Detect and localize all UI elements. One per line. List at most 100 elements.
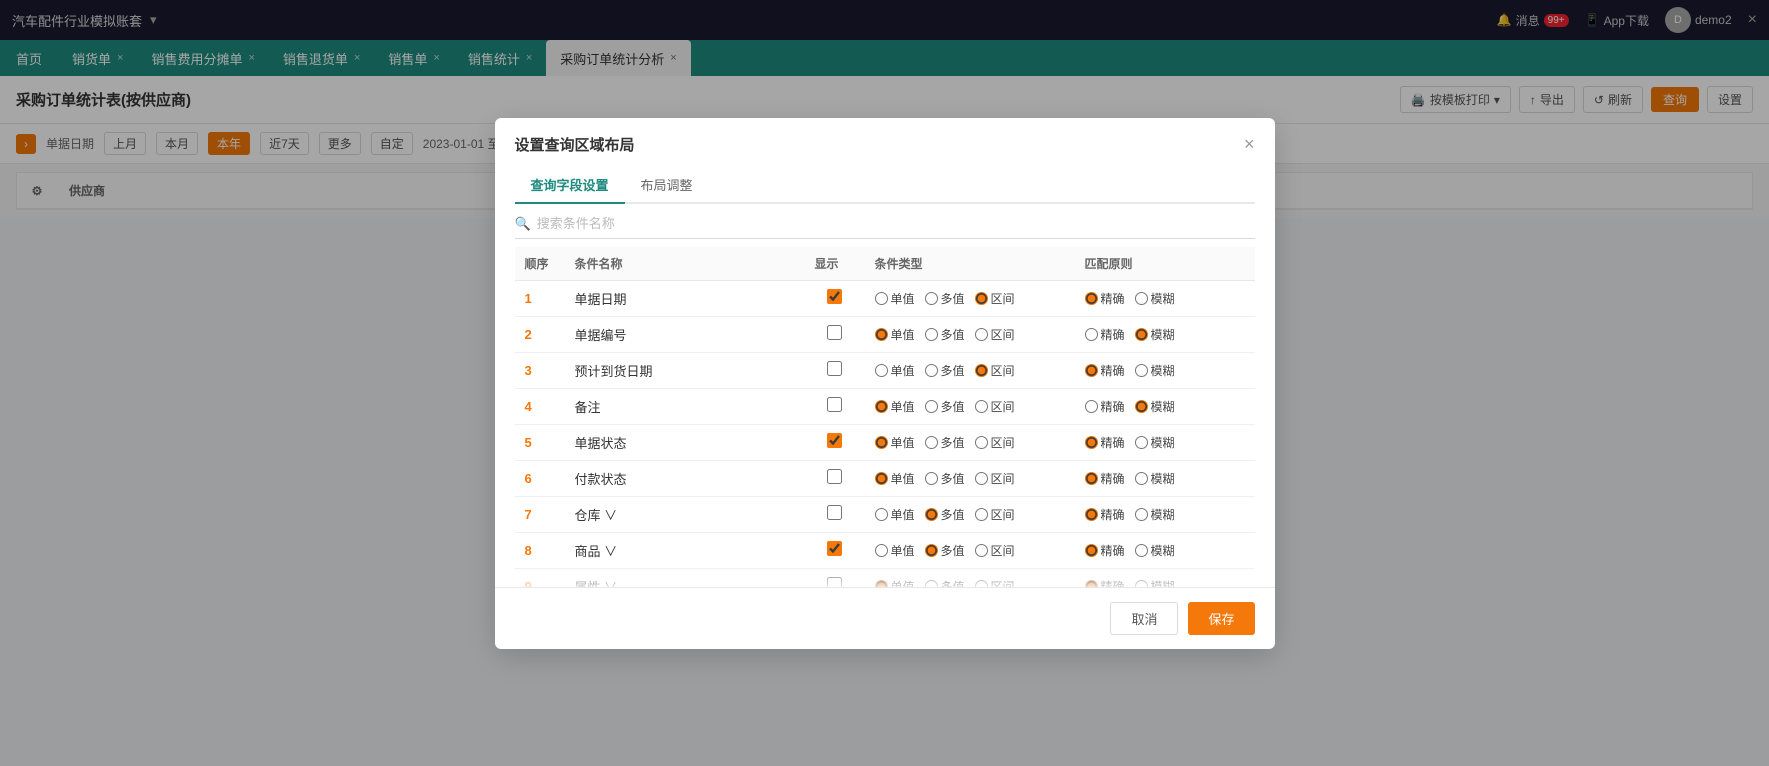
radio-type-type_single[interactable]: 单值 <box>875 542 915 559</box>
radio-type-type_single[interactable]: 单值 <box>875 434 915 451</box>
display-checkbox[interactable] <box>827 505 842 520</box>
cell-name: 预计到货日期 <box>565 352 805 388</box>
display-checkbox[interactable] <box>827 289 842 304</box>
radio-type-type_multi[interactable]: 多值 <box>925 290 965 307</box>
cell-type: 单值多值区间 <box>865 316 1075 352</box>
display-checkbox[interactable] <box>827 541 842 556</box>
radio-type-type_range[interactable]: 区间 <box>975 398 1015 415</box>
cell-type: 单值多值区间 <box>865 460 1075 496</box>
radio-rule-rule_exact[interactable]: 精确 <box>1085 506 1125 523</box>
radio-rule-rule_fuzzy[interactable]: 模糊 <box>1135 470 1175 487</box>
radio-type-type_single[interactable]: 单值 <box>875 506 915 523</box>
modal-header: 设置查询区域布局 × <box>495 118 1275 155</box>
cell-rule: 精确 模糊 <box>1075 568 1255 587</box>
radio-type-type_multi[interactable]: 多值 <box>925 470 965 487</box>
radio-rule-rule_fuzzy[interactable]: 模糊 <box>1135 578 1175 587</box>
radio-rule-rule_exact[interactable]: 精确 <box>1085 578 1125 587</box>
radio-rule-rule_exact[interactable]: 精确 <box>1085 398 1125 415</box>
cancel-button[interactable]: 取消 <box>1110 602 1178 635</box>
cell-name: 付款状态 <box>565 460 805 496</box>
radio-rule-rule_exact[interactable]: 精确 <box>1085 290 1125 307</box>
radio-type-type_single[interactable]: 单值 <box>875 326 915 343</box>
display-checkbox[interactable] <box>827 577 842 587</box>
radio-type-type_range[interactable]: 区间 <box>975 434 1015 451</box>
modal-tab-layout[interactable]: 布局调整 <box>625 167 709 204</box>
radio-rule-rule_fuzzy[interactable]: 模糊 <box>1135 506 1175 523</box>
cell-rule: 精确模糊 <box>1075 388 1255 424</box>
cell-type: 单值多值区间 <box>865 280 1075 316</box>
display-checkbox[interactable] <box>827 469 842 484</box>
radio-rule-rule_exact[interactable]: 精确 <box>1085 434 1125 451</box>
table-row: 2单据编号单值多值区间精确模糊 <box>515 316 1255 352</box>
radio-type-type_single[interactable]: 单值 <box>875 362 915 379</box>
radio-type-type_range[interactable]: 区间 <box>975 470 1015 487</box>
cell-name: 属性 ∨ <box>565 568 805 587</box>
radio-type-type_multi[interactable]: 多值 <box>925 362 965 379</box>
table-row: 9属性 ∨ 单值 多值 区间 精确 模糊 <box>515 568 1255 587</box>
radio-type-type_multi[interactable]: 多值 <box>925 434 965 451</box>
cell-type: 单值 多值 区间 <box>865 568 1075 587</box>
cell-display <box>805 568 865 587</box>
save-button[interactable]: 保存 <box>1188 602 1254 635</box>
radio-type-type_multi[interactable]: 多值 <box>925 398 965 415</box>
cell-name: 仓库 ∨ <box>565 496 805 532</box>
radio-rule-rule_exact[interactable]: 精确 <box>1085 362 1125 379</box>
radio-type-type_range[interactable]: 区间 <box>975 362 1015 379</box>
table-header: 顺序 条件名称 显示 条件类型 匹配原则 <box>515 247 1255 281</box>
radio-rule-rule_exact[interactable]: 精确 <box>1085 326 1125 343</box>
cell-type: 单值多值区间 <box>865 496 1075 532</box>
cell-type: 单值多值区间 <box>865 352 1075 388</box>
cell-rule: 精确模糊 <box>1075 460 1255 496</box>
search-input[interactable] <box>537 216 737 231</box>
cell-display <box>805 352 865 388</box>
radio-type-type_single[interactable]: 单值 <box>875 578 915 587</box>
radio-rule-rule_fuzzy[interactable]: 模糊 <box>1135 434 1175 451</box>
radio-type-type_range[interactable]: 区间 <box>975 542 1015 559</box>
cell-display <box>805 316 865 352</box>
cell-order: 7 <box>515 496 565 532</box>
radio-type-type_single[interactable]: 单值 <box>875 290 915 307</box>
cell-name: 单据状态 <box>565 424 805 460</box>
radio-type-type_single[interactable]: 单值 <box>875 470 915 487</box>
radio-rule-rule_fuzzy[interactable]: 模糊 <box>1135 542 1175 559</box>
radio-type-type_single[interactable]: 单值 <box>875 398 915 415</box>
cell-order: 9 <box>515 568 565 587</box>
radio-type-type_multi[interactable]: 多值 <box>925 578 965 587</box>
cell-name: 备注 <box>565 388 805 424</box>
cell-order: 4 <box>515 388 565 424</box>
modal-dialog: 设置查询区域布局 × 查询字段设置 布局调整 🔍 顺序 条件名称 显示 条件类型 <box>495 118 1275 649</box>
radio-rule-rule_fuzzy[interactable]: 模糊 <box>1135 362 1175 379</box>
cell-name: 单据日期 <box>565 280 805 316</box>
modal-tabs: 查询字段设置 布局调整 <box>515 167 1255 204</box>
cell-rule: 精确模糊 <box>1075 316 1255 352</box>
cell-rule: 精确模糊 <box>1075 424 1255 460</box>
radio-type-type_range[interactable]: 区间 <box>975 506 1015 523</box>
modal-close-btn[interactable]: × <box>1244 135 1255 153</box>
display-checkbox[interactable] <box>827 433 842 448</box>
radio-type-type_range[interactable]: 区间 <box>975 578 1015 587</box>
radio-type-type_multi[interactable]: 多值 <box>925 326 965 343</box>
modal-title: 设置查询区域布局 <box>515 134 635 155</box>
cell-name: 商品 ∨ <box>565 532 805 568</box>
cell-display <box>805 280 865 316</box>
display-checkbox[interactable] <box>827 325 842 340</box>
radio-type-type_multi[interactable]: 多值 <box>925 542 965 559</box>
display-checkbox[interactable] <box>827 361 842 376</box>
radio-rule-rule_fuzzy[interactable]: 模糊 <box>1135 398 1175 415</box>
radio-type-type_range[interactable]: 区间 <box>975 290 1015 307</box>
radio-rule-rule_exact[interactable]: 精确 <box>1085 542 1125 559</box>
th-rule: 匹配原则 <box>1075 247 1255 281</box>
radio-type-type_multi[interactable]: 多值 <box>925 506 965 523</box>
radio-rule-rule_exact[interactable]: 精确 <box>1085 470 1125 487</box>
radio-type-type_range[interactable]: 区间 <box>975 326 1015 343</box>
conditions-table: 顺序 条件名称 显示 条件类型 匹配原则 1单据日期单值多值区间精确模糊2单据编… <box>515 247 1255 587</box>
display-checkbox[interactable] <box>827 397 842 412</box>
modal-tab-query[interactable]: 查询字段设置 <box>515 167 625 204</box>
cell-order: 1 <box>515 280 565 316</box>
radio-rule-rule_fuzzy[interactable]: 模糊 <box>1135 326 1175 343</box>
table-row: 6付款状态单值多值区间精确模糊 <box>515 460 1255 496</box>
radio-rule-rule_fuzzy[interactable]: 模糊 <box>1135 290 1175 307</box>
table-row: 5单据状态单值多值区间精确模糊 <box>515 424 1255 460</box>
table-row: 3预计到货日期单值多值区间精确模糊 <box>515 352 1255 388</box>
cell-type: 单值多值区间 <box>865 388 1075 424</box>
